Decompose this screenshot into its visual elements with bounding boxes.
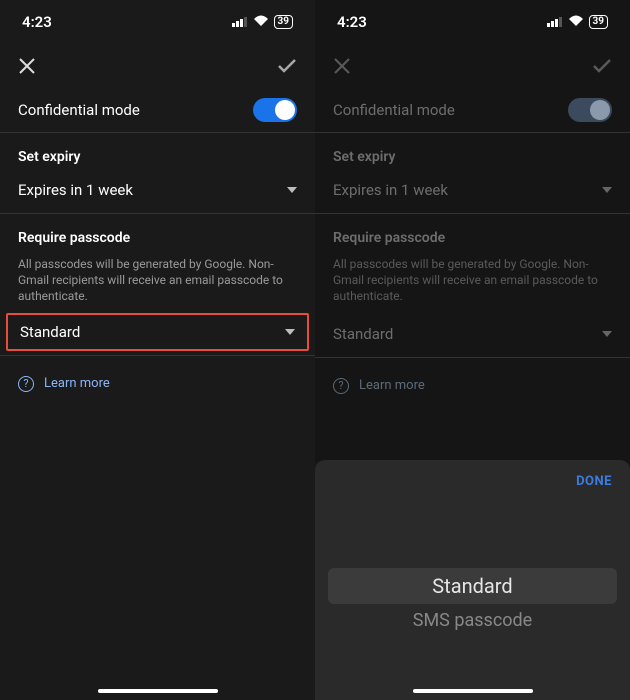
learn-more-label: Learn more	[44, 376, 110, 391]
clock: 4:23	[337, 13, 367, 31]
battery-icon: 39	[274, 15, 293, 29]
passcode-dropdown[interactable]: Standard	[8, 315, 307, 349]
expiry-dropdown[interactable]: Expires in 1 week	[0, 171, 315, 213]
confidential-mode-label: Confidential mode	[18, 101, 140, 119]
expiry-label: Set expiry	[315, 133, 630, 171]
done-button[interactable]: DONE	[576, 474, 612, 489]
wifi-icon	[253, 13, 269, 31]
confidential-mode-row: Confidential mode	[0, 88, 315, 132]
chevron-down-icon	[602, 187, 612, 193]
status-bar: 4:23 39	[0, 0, 315, 44]
expiry-label: Set expiry	[0, 133, 315, 171]
passcode-label: Require passcode	[0, 214, 315, 252]
status-bar: 4:23 39	[315, 0, 630, 44]
picker-toolbar: DONE	[315, 460, 630, 503]
home-indicator[interactable]	[98, 689, 218, 693]
screenshot-right: 4:23 39 Confidential mode Set expiry Exp…	[315, 0, 630, 700]
close-icon[interactable]	[333, 57, 351, 75]
learn-more-link[interactable]: ? Learn more	[315, 358, 630, 414]
status-right: 39	[547, 13, 608, 31]
screenshot-left: 4:23 39 Confidential mode Set expiry Exp…	[0, 0, 315, 700]
wifi-icon	[568, 13, 584, 31]
confidential-mode-toggle[interactable]	[253, 98, 297, 122]
confirm-icon[interactable]	[277, 58, 297, 74]
expiry-value: Expires in 1 week	[18, 181, 133, 199]
topbar	[315, 44, 630, 88]
help-icon: ?	[333, 378, 349, 394]
cellular-icon	[232, 13, 248, 31]
chevron-down-icon	[287, 187, 297, 193]
passcode-value: Standard	[20, 323, 80, 341]
close-icon[interactable]	[18, 57, 36, 75]
tutorial-highlight: Standard	[6, 313, 309, 351]
learn-more-label: Learn more	[359, 378, 425, 393]
cellular-icon	[547, 13, 563, 31]
confidential-mode-row: Confidential mode	[315, 88, 630, 132]
passcode-helper: All passcodes will be generated by Googl…	[0, 252, 315, 315]
help-icon: ?	[18, 376, 34, 392]
learn-more-link[interactable]: ? Learn more	[0, 356, 315, 412]
confidential-mode-toggle[interactable]	[568, 98, 612, 122]
expiry-dropdown[interactable]: Expires in 1 week	[315, 171, 630, 213]
clock: 4:23	[22, 13, 52, 31]
chevron-down-icon	[285, 329, 295, 335]
picker-wheel[interactable]: Standard SMS passcode	[315, 503, 630, 700]
expiry-value: Expires in 1 week	[333, 181, 448, 199]
passcode-value: Standard	[333, 325, 393, 343]
picker-option[interactable]: SMS passcode	[413, 606, 532, 635]
passcode-dropdown[interactable]: Standard	[315, 315, 630, 357]
passcode-helper: All passcodes will be generated by Googl…	[315, 252, 630, 315]
home-indicator[interactable]	[413, 689, 533, 693]
status-right: 39	[232, 13, 293, 31]
topbar	[0, 44, 315, 88]
confirm-icon[interactable]	[592, 58, 612, 74]
passcode-label: Require passcode	[315, 214, 630, 252]
chevron-down-icon	[602, 331, 612, 337]
picker-sheet: DONE Standard SMS passcode	[315, 460, 630, 700]
picker-option-selected[interactable]: Standard	[328, 568, 618, 604]
confidential-mode-label: Confidential mode	[333, 101, 455, 119]
battery-icon: 39	[589, 15, 608, 29]
